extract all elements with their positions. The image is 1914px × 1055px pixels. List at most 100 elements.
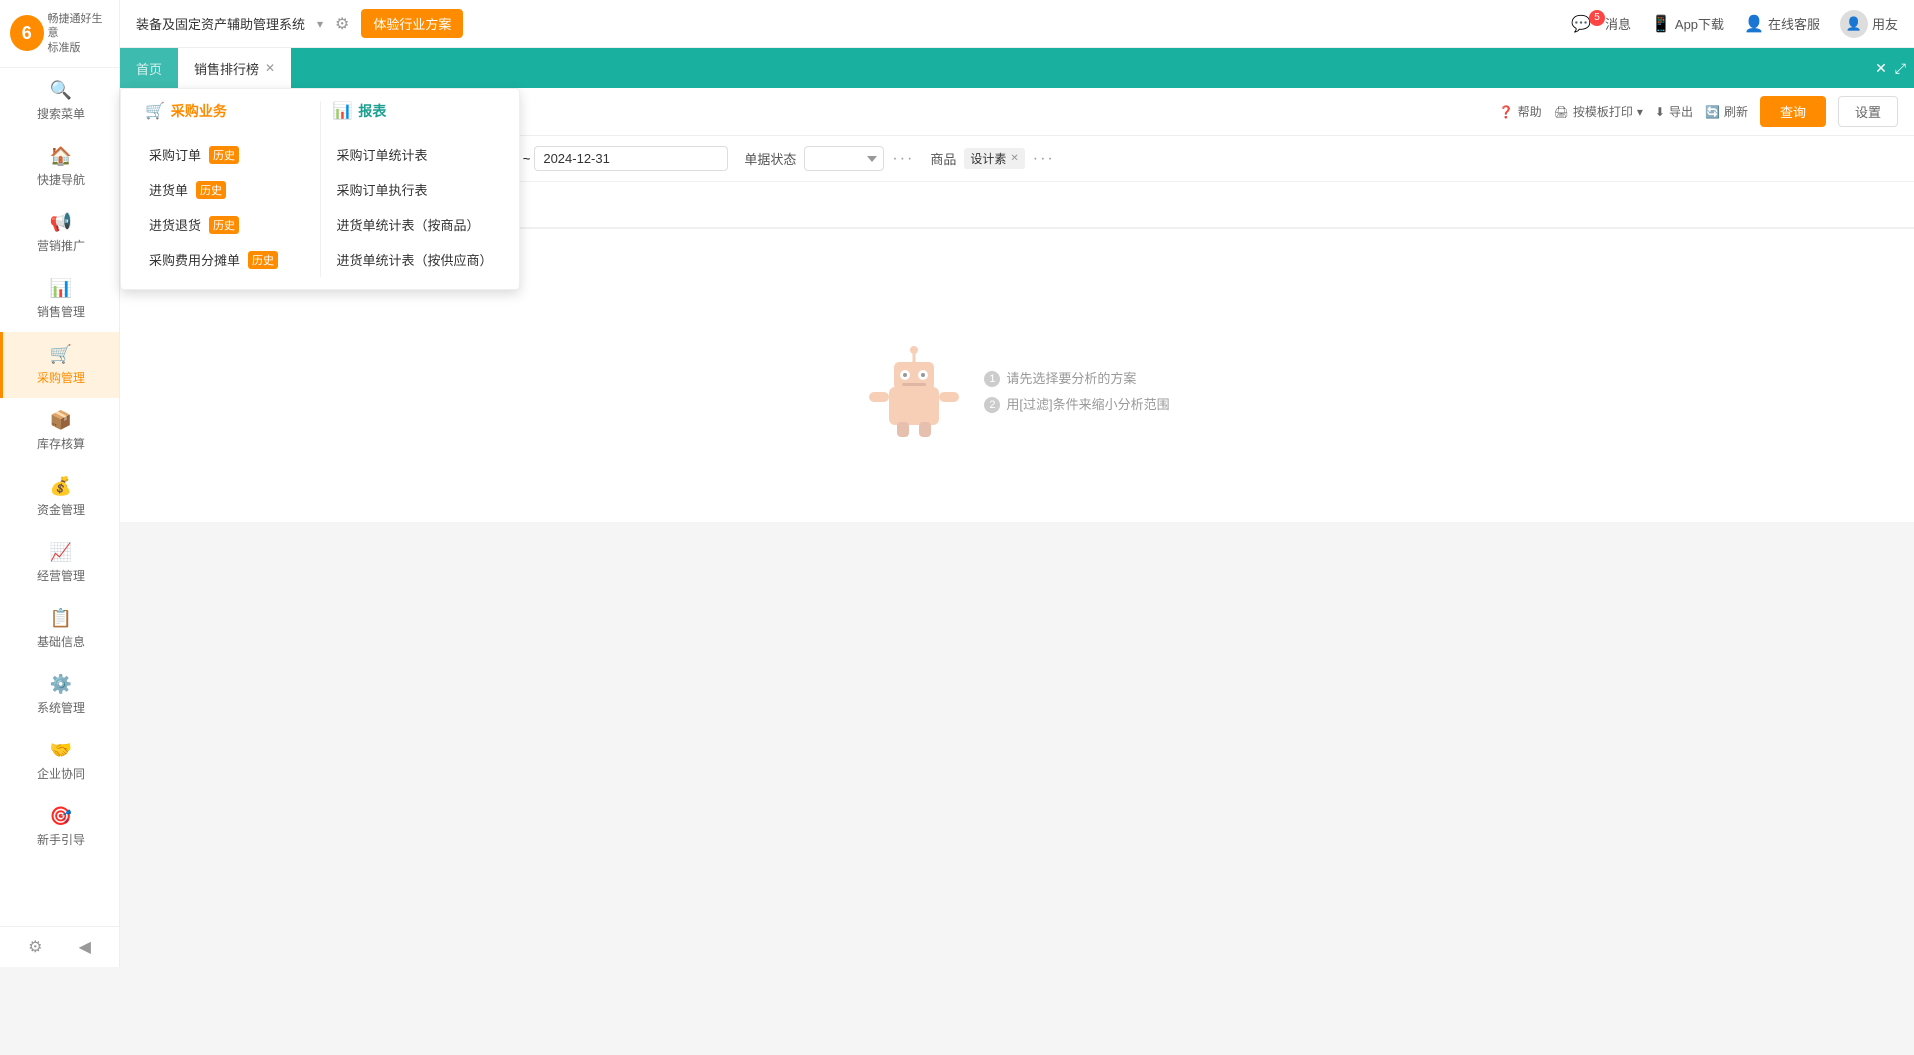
nav-label-system: 系统管理 bbox=[37, 699, 85, 716]
guide-icon: 🎯 bbox=[50, 806, 72, 827]
purchase-order-exec-label: 采购订单执行表 bbox=[337, 180, 428, 199]
inventory-icon: 📦 bbox=[50, 410, 72, 431]
status-select[interactable] bbox=[804, 146, 884, 171]
report-col: 📊 报表 采购订单统计表 采购订单执行表 进货单统计表（按商品） 进货单统计表（… bbox=[321, 101, 508, 277]
purchase-order-stats-item[interactable]: 采购订单统计表 bbox=[333, 137, 496, 172]
query-button[interactable]: 查询 bbox=[1760, 96, 1826, 127]
collab-icon: 🤝 bbox=[50, 740, 72, 761]
quicknav-icon: 🏠 bbox=[50, 146, 72, 167]
purchase-expense-history-badge: 历史 bbox=[248, 251, 278, 269]
report-col-title: 报表 bbox=[358, 101, 386, 121]
incoming-stats-goods-item[interactable]: 进货单统计表（按商品） bbox=[333, 207, 496, 242]
refresh-label: 刷新 bbox=[1724, 103, 1748, 120]
sidebar-item-inventory[interactable]: 📦 库存核算 bbox=[0, 398, 119, 464]
help-button[interactable]: ❓ 帮助 bbox=[1499, 103, 1542, 120]
print-icon: 🖨 bbox=[1554, 105, 1569, 119]
purchase-dropdown-menu: 🛒 采购业务 采购订单 历史 进货单 历史 进货退货 历史 采购费用分摊单 历史 bbox=[120, 88, 520, 290]
sidebar-item-collab[interactable]: 🤝 企业协同 bbox=[0, 728, 119, 794]
purchase-order-history-badge: 历史 bbox=[209, 146, 239, 164]
status-filter: 单据状态 ··· bbox=[744, 146, 914, 171]
sidebar-nav: 🔍搜索菜单 🏠 快捷导航 📢营销推广📊销售管理🛒采购管理 📦 库存核算 💰 资金管理 📈经营管理… bbox=[0, 68, 119, 926]
window-maximize-icon[interactable]: ⤢ bbox=[1895, 60, 1906, 77]
date-end-input[interactable] bbox=[534, 146, 728, 171]
window-close-icon[interactable]: ✕ bbox=[1875, 60, 1887, 77]
sidebar-collapse-icon[interactable]: ◀ bbox=[79, 937, 91, 957]
tab-sales-rank-label: 销售排行榜 bbox=[194, 59, 259, 78]
nav-label-inventory: 库存核算 bbox=[37, 435, 85, 452]
settings-button[interactable]: 设置 bbox=[1838, 96, 1898, 127]
tabbar: 首页 销售排行榜 ✕ ✕ ⤢ bbox=[120, 48, 1914, 88]
goods-more-icon[interactable]: ··· bbox=[1033, 150, 1055, 168]
refresh-icon: 🔄 bbox=[1705, 105, 1720, 119]
online-service-button[interactable]: 👤 在线客服 bbox=[1744, 14, 1820, 34]
help-icon: ❓ bbox=[1499, 105, 1514, 119]
mobile-icon: 📱 bbox=[1651, 14, 1671, 34]
nav-label-purchase: 采购管理 bbox=[37, 369, 85, 386]
purchase-col-title: 采购业务 bbox=[171, 101, 227, 121]
nav-label-quicknav: 快捷导航 bbox=[37, 171, 85, 188]
incoming-goods-item[interactable]: 进货单 历史 bbox=[145, 172, 308, 207]
tab-sales-rank[interactable]: 销售排行榜 ✕ bbox=[178, 48, 291, 88]
nav-label-search: 搜索菜单 bbox=[37, 105, 85, 122]
sidebar-item-marketing[interactable]: 📢营销推广 bbox=[0, 200, 119, 266]
purchase-expense-item[interactable]: 采购费用分摊单 历史 bbox=[145, 242, 308, 277]
print-button[interactable]: 🖨 按模板打印 ▾ bbox=[1554, 103, 1643, 120]
sidebar-item-quicknav[interactable]: 🏠 快捷导航 bbox=[0, 134, 119, 200]
topbar-right: 💬 5 消息 📱 App下载 👤 在线客服 👤 用友 bbox=[1571, 10, 1898, 38]
tab-home-label: 首页 bbox=[136, 59, 162, 78]
sidebar-item-finance[interactable]: 💰 资金管理 bbox=[0, 464, 119, 530]
sidebar-item-search[interactable]: 🔍搜索菜单 bbox=[0, 68, 119, 134]
message-button[interactable]: 💬 5 消息 bbox=[1571, 14, 1631, 34]
topbar-dropdown-arrow[interactable]: ▾ bbox=[317, 17, 323, 31]
incoming-return-label: 进货退货 bbox=[149, 215, 201, 234]
nav-label-finance: 资金管理 bbox=[37, 501, 85, 518]
sidebar-item-basic[interactable]: 📋基础信息 bbox=[0, 596, 119, 662]
sidebar-item-operations[interactable]: 📈经营管理 bbox=[0, 530, 119, 596]
help-label: 帮助 bbox=[1518, 103, 1542, 120]
topbar-settings-icon[interactable]: ⚙ bbox=[335, 14, 349, 34]
logo-icon: 6 bbox=[10, 15, 44, 51]
purchase-order-label: 采购订单 bbox=[149, 145, 201, 164]
tab-close-icon[interactable]: ✕ bbox=[265, 61, 275, 75]
message-label: 消息 bbox=[1605, 14, 1631, 33]
incoming-stats-supplier-item[interactable]: 进货单统计表（按供应商） bbox=[333, 242, 496, 277]
industry-solution-button[interactable]: 体验行业方案 bbox=[361, 9, 463, 38]
incoming-return-item[interactable]: 进货退货 历史 bbox=[145, 207, 308, 242]
nav-label-marketing: 营销推广 bbox=[37, 237, 85, 254]
status-more-icon[interactable]: ··· bbox=[892, 150, 914, 168]
purchase-col-icon: 🛒 bbox=[145, 101, 165, 121]
empty-tip-2: 2 用[过滤]条件来缩小分析范围 bbox=[984, 392, 1169, 418]
goods-tag-close-icon[interactable]: ✕ bbox=[1010, 153, 1018, 164]
incoming-goods-history-badge: 历史 bbox=[196, 181, 226, 199]
sidebar-item-sales[interactable]: 📊销售管理 bbox=[0, 266, 119, 332]
goods-label: 商品 bbox=[930, 149, 956, 168]
sidebar-item-guide[interactable]: 🎯新手引导 bbox=[0, 794, 119, 860]
sidebar-item-purchase[interactable]: 🛒采购管理 bbox=[0, 332, 119, 398]
refresh-button[interactable]: 🔄 刷新 bbox=[1705, 103, 1748, 120]
user-avatar: 👤 bbox=[1840, 10, 1868, 38]
nav-label-basic: 基础信息 bbox=[37, 633, 85, 650]
system-title: 装备及固定资产辅助管理系统 bbox=[136, 14, 305, 33]
app-download-button[interactable]: 📱 App下载 bbox=[1651, 14, 1724, 34]
purchase-col-header: 🛒 采购业务 bbox=[145, 101, 308, 127]
nav-label-collab: 企业协同 bbox=[37, 765, 85, 782]
logo-text: 畅捷通好生意 标准版 bbox=[48, 12, 109, 55]
user-label: 用友 bbox=[1872, 14, 1898, 33]
purchase-order-stats-label: 采购订单统计表 bbox=[337, 145, 428, 164]
export-button[interactable]: ⬇ 导出 bbox=[1655, 103, 1693, 120]
empty-state: 1 请先选择要分析的方案 2 用[过滤]条件来缩小分析范围 bbox=[120, 262, 1914, 522]
finance-icon: 💰 bbox=[50, 476, 72, 497]
sidebar-item-system[interactable]: ⚙️系统管理 bbox=[0, 662, 119, 728]
print-dropdown-arrow[interactable]: ▾ bbox=[1637, 105, 1643, 119]
purchase-order-item[interactable]: 采购订单 历史 bbox=[145, 137, 308, 172]
incoming-goods-label: 进货单 bbox=[149, 180, 188, 199]
tip-text-2: 用[过滤]条件来缩小分析范围 bbox=[1006, 392, 1169, 418]
purchase-expense-label: 采购费用分摊单 bbox=[149, 250, 240, 269]
nav-label-sales: 销售管理 bbox=[37, 303, 85, 320]
incoming-stats-goods-label: 进货单统计表（按商品） bbox=[337, 215, 480, 234]
tab-home[interactable]: 首页 bbox=[120, 48, 178, 88]
purchase-order-exec-item[interactable]: 采购订单执行表 bbox=[333, 172, 496, 207]
sidebar-settings-icon[interactable]: ⚙ bbox=[28, 937, 42, 957]
user-menu-button[interactable]: 👤 用友 bbox=[1840, 10, 1898, 38]
sidebar-logo: 6 畅捷通好生意 标准版 bbox=[0, 0, 119, 68]
